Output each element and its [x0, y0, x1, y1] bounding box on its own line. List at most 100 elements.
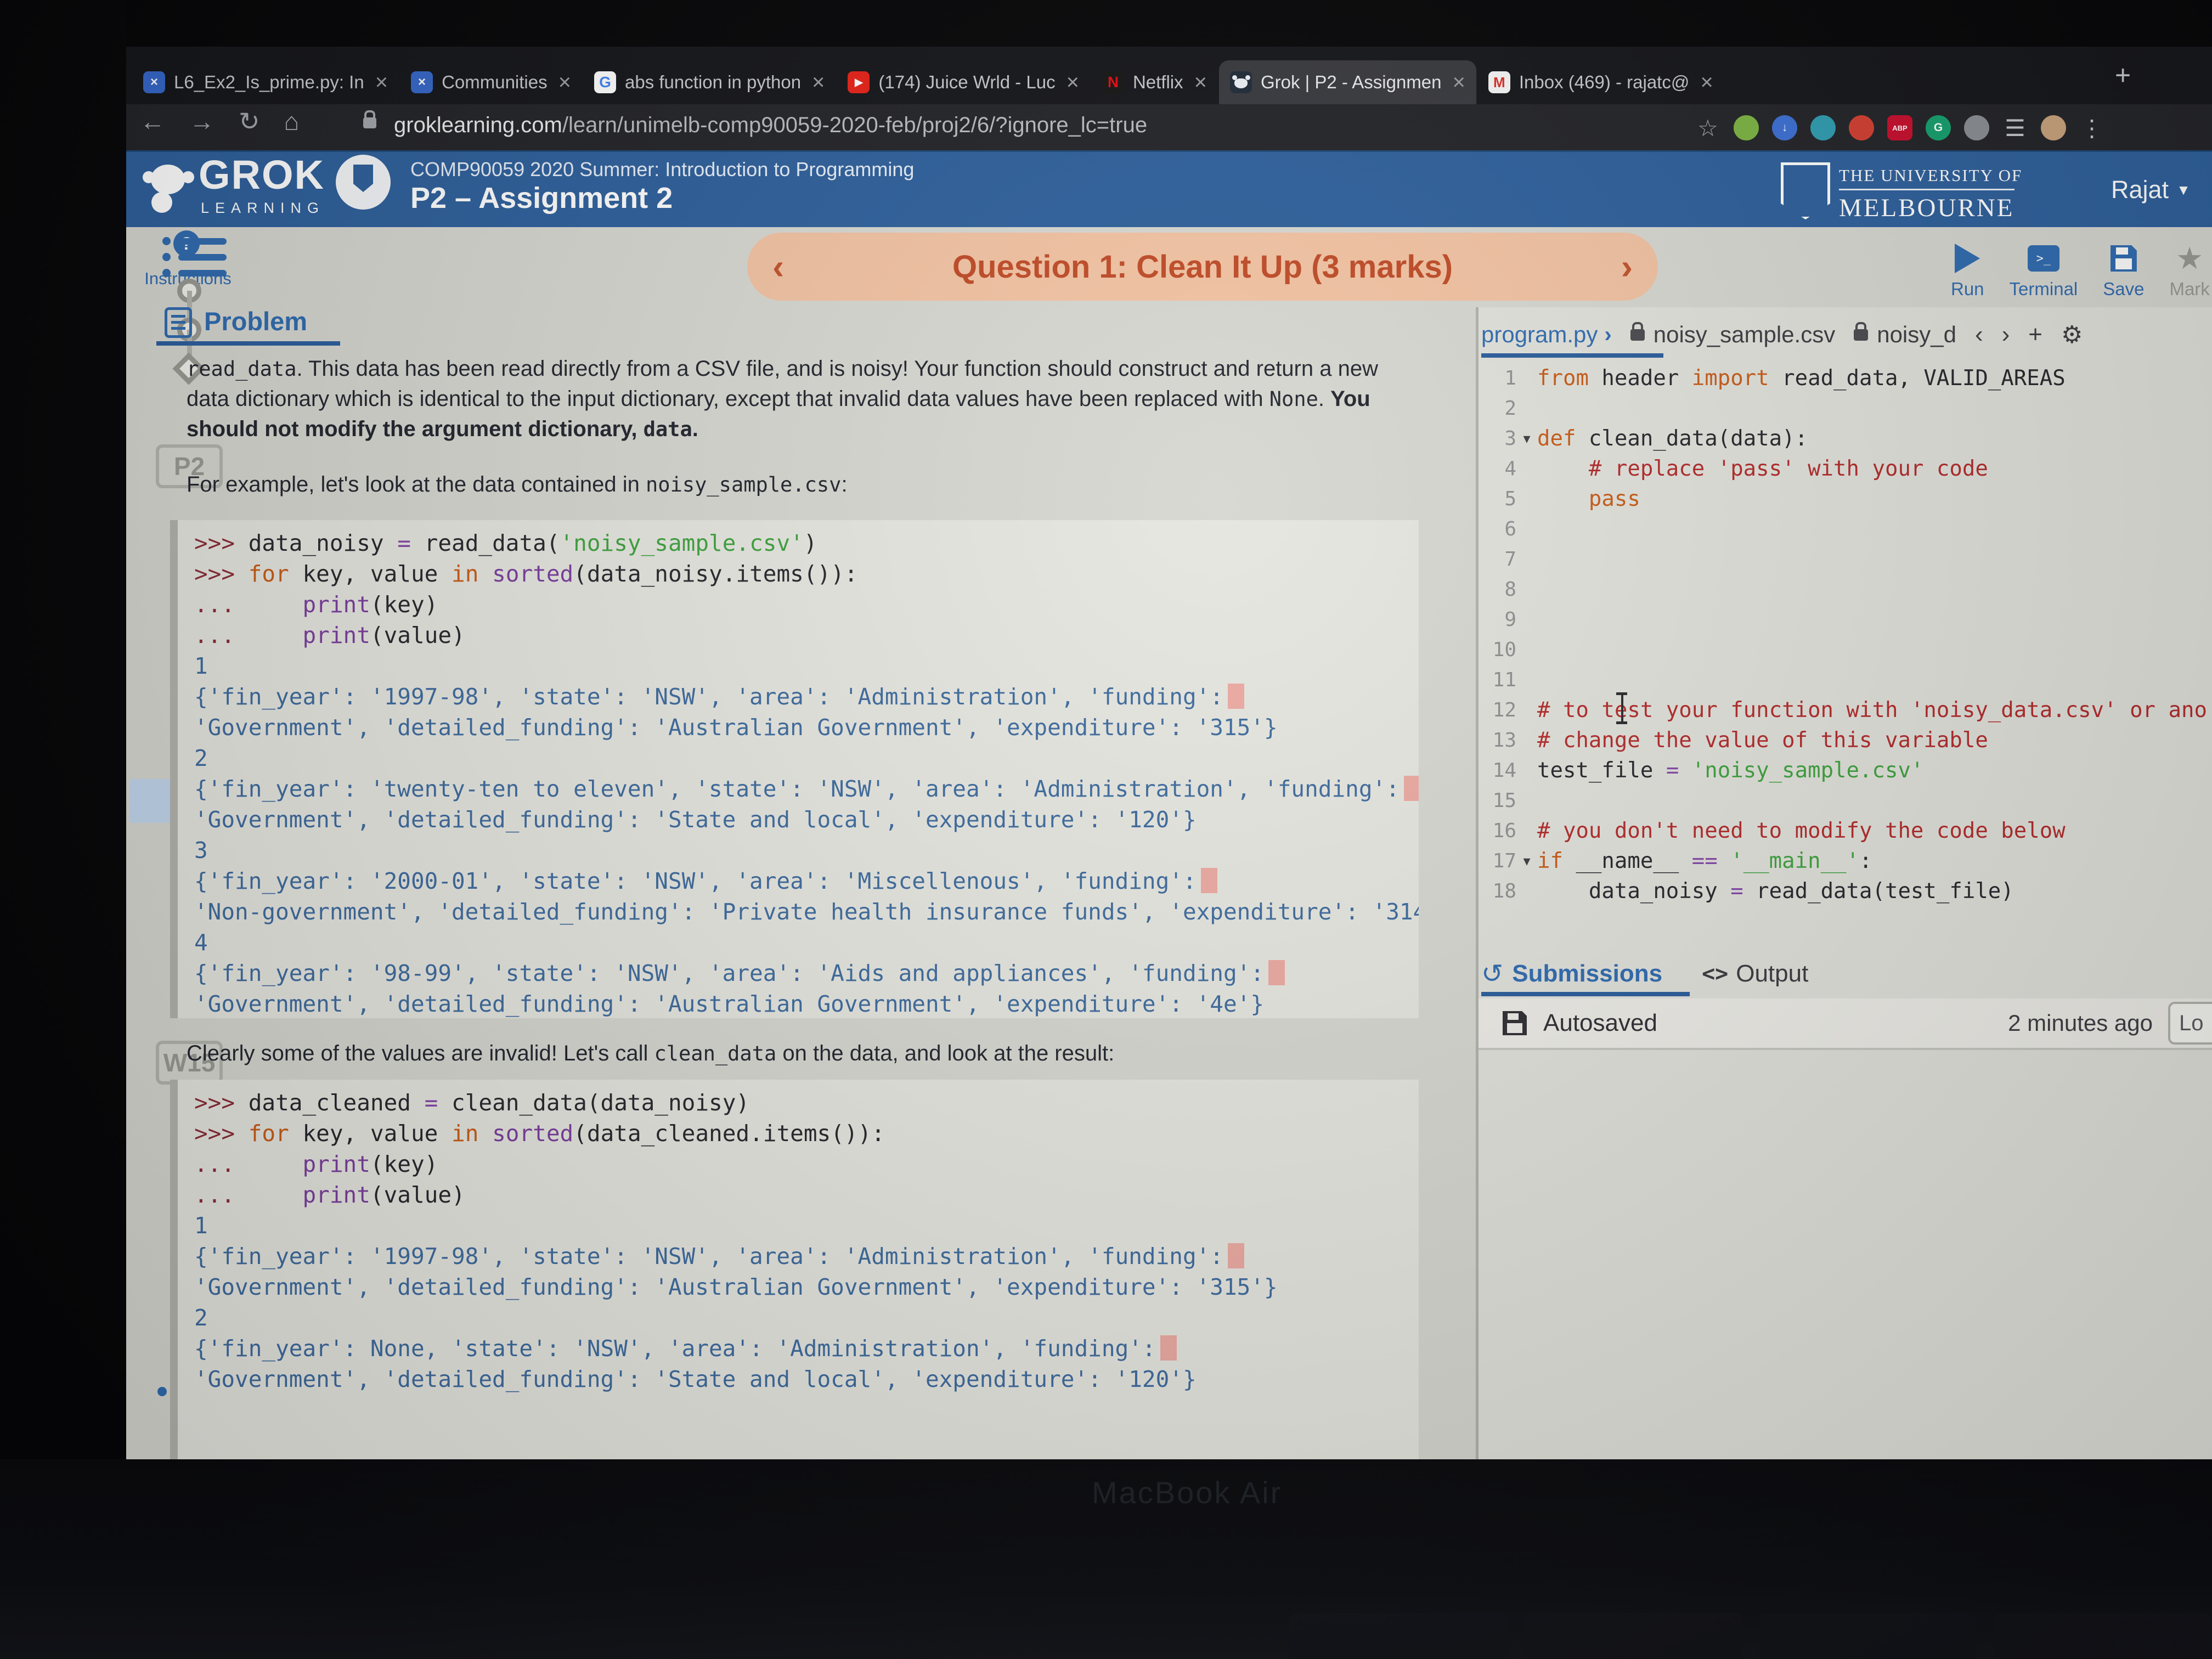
extension-gray-icon[interactable] — [1964, 115, 1989, 140]
browser-tab[interactable]: Gabs function in python × — [583, 60, 836, 104]
editor-line[interactable]: 17 ▾ if __name__ == '__main__': — [1481, 846, 2212, 876]
fold-arrow-icon[interactable]: ▾ — [1516, 430, 1537, 447]
editor-line[interactable]: 4 # replace 'pass' with your code — [1481, 454, 2212, 484]
tab-close-icon[interactable]: × — [1453, 70, 1465, 95]
profile-avatar[interactable] — [2041, 115, 2066, 140]
code-line: 'Government', 'detailed_funding': 'Austr… — [194, 991, 1265, 1017]
code-line: ... print(value) — [194, 622, 465, 648]
prev-question-arrow[interactable]: ‹ — [772, 246, 784, 287]
communities-favicon: × — [411, 71, 433, 93]
browser-menu-icon[interactable]: ⋮ — [2079, 115, 2104, 141]
tab-close-icon[interactable]: × — [375, 70, 388, 95]
save-button[interactable]: Save — [2103, 244, 2144, 300]
address-bar[interactable]: groklearning.com/learn/unimelb-comp90059… — [394, 113, 1147, 138]
macbook-air-label: MacBook Air — [1092, 1475, 1283, 1510]
editor-settings-icon[interactable]: ⚙ — [2061, 321, 2083, 349]
code-line: {'fin_year': 'twenty-ten to eleven', 'st… — [194, 774, 1419, 804]
keyboard-hint — [1289, 1613, 2212, 1659]
editor-line[interactable]: 9 — [1481, 605, 2212, 635]
grammarly-icon[interactable]: G — [1926, 115, 1951, 140]
editor-line[interactable]: 2 — [1481, 393, 2212, 424]
university-divider — [1839, 189, 2015, 190]
code-line: {'fin_year': '98-99', 'state': 'NSW', 'a… — [194, 958, 1419, 989]
editor-line[interactable]: 3 ▾ def clean_data(data): — [1481, 424, 2212, 454]
chevron-right-icon: › — [1604, 322, 1612, 347]
module-list-icon[interactable] — [162, 237, 234, 285]
new-tab-button[interactable]: + — [2115, 59, 2131, 91]
tab-problem[interactable]: Problem — [204, 306, 307, 336]
gmail-favicon: M — [1488, 71, 1510, 93]
editor-tab-noisy-sample-csv[interactable]: noisy_sample.csv — [1630, 321, 1835, 348]
editor-line[interactable]: 18 data_noisy = read_data(test_file) — [1481, 876, 2212, 906]
code-line: 'Non-government', 'detailed_funding': 'P… — [194, 899, 1419, 925]
home-button[interactable]: ⌂ — [284, 106, 300, 136]
editor-line[interactable]: 6 — [1481, 514, 2212, 544]
browser-tab[interactable]: × L6_Ex2_Is_prime.py: In × — [132, 60, 399, 104]
adblock-plus-icon[interactable]: ABP — [1887, 115, 1912, 140]
editor-code[interactable]: 1 from header import read_data, VALID_ARE… — [1481, 363, 2212, 945]
run-toolbar: Run >_ Terminal Save ★ Mark — [1951, 241, 2210, 300]
run-button[interactable]: Run — [1951, 244, 1984, 300]
lock-icon — [1630, 321, 1645, 341]
editor-tab-program-py[interactable]: program.py › — [1481, 321, 1612, 348]
extension-red-shield-icon[interactable] — [1849, 115, 1874, 140]
user-menu[interactable]: Rajat ▼ — [2111, 176, 2191, 204]
forward-button[interactable]: → — [189, 106, 215, 136]
tab-scroll-left-icon[interactable]: ‹ — [1975, 321, 1983, 348]
extension-blue-icon[interactable]: ↓ — [1772, 115, 1797, 140]
mark-button[interactable]: ★ Mark — [2169, 241, 2209, 300]
code-line: >>> data_cleaned = clean_data(data_noisy… — [194, 1090, 750, 1116]
tab-submissions[interactable]: Submissions — [1512, 960, 1662, 988]
editor-line[interactable]: 7 — [1481, 544, 2212, 574]
tab-close-icon[interactable]: × — [812, 70, 825, 95]
tab-output[interactable]: Output — [1736, 960, 1808, 988]
editor-line[interactable]: 1 from header import read_data, VALID_ARE… — [1481, 363, 2212, 393]
tab-close-icon[interactable]: × — [558, 70, 571, 95]
editor-line[interactable]: 13 # change the value of this variable — [1481, 725, 2212, 755]
editor-line[interactable]: 8 — [1481, 574, 2212, 605]
netflix-favicon: N — [1102, 71, 1124, 93]
tab-scroll-right-icon[interactable]: › — [2002, 321, 2010, 348]
browser-tab[interactable]: M Inbox (469) - rajatc@ × — [1477, 60, 1724, 104]
grok-logo-icon[interactable] — [142, 160, 194, 215]
url-path: /learn/unimelb-comp90059-2020-feb/proj2/… — [562, 113, 1148, 137]
example-code-block-2: >>> data_cleaned = clean_data(data_noisy… — [170, 1080, 1419, 1459]
invalid-value-highlight — [1200, 868, 1217, 893]
url-domain: groklearning.com — [394, 113, 562, 137]
https-lock-icon — [363, 110, 376, 128]
editor-line[interactable]: 14 test_file = 'noisy_sample.csv' — [1481, 755, 2212, 786]
tab-title: abs function in python — [624, 72, 802, 92]
browser-tab[interactable]: ▶ (174) Juice Wrld - Luc × — [837, 60, 1090, 104]
back-button[interactable]: ← — [140, 106, 165, 136]
editor-line[interactable]: 15 — [1481, 786, 2212, 816]
reload-button[interactable]: ↻ — [239, 106, 260, 136]
editor-line[interactable]: 10 — [1481, 635, 2212, 665]
next-question-arrow[interactable]: › — [1621, 246, 1633, 287]
extension-teal-icon[interactable] — [1810, 115, 1836, 140]
invalid-value-highlight — [1228, 1243, 1244, 1268]
terminal-button[interactable]: >_ Terminal — [2010, 244, 2078, 300]
browser-tab[interactable]: × Communities × — [400, 60, 582, 104]
add-file-icon[interactable]: + — [2028, 321, 2042, 348]
save-disk-icon — [1503, 1011, 1527, 1035]
editor-line[interactable]: 16 # you don't need to modify the code be… — [1481, 816, 2212, 846]
invalid-value-highlight — [1160, 1335, 1177, 1361]
grok-logo-title[interactable]: GROK — [199, 151, 325, 198]
browser-tab[interactable]: N Netflix × — [1091, 60, 1218, 104]
editor-tab-noisy-d[interactable]: noisy_d — [1854, 321, 1956, 348]
tab-close-icon[interactable]: × — [1066, 70, 1079, 95]
editor-line[interactable]: 12 # to test your function with 'noisy_da… — [1481, 695, 2212, 725]
editor-line[interactable]: 11 — [1481, 665, 2212, 695]
editor-line[interactable]: 5 pass — [1481, 484, 2212, 514]
fold-arrow-icon[interactable]: ▾ — [1516, 853, 1537, 870]
invalid-value-highlight — [1228, 684, 1244, 709]
load-button[interactable]: Lo — [2168, 1002, 2212, 1045]
tab-close-icon[interactable]: × — [1700, 70, 1713, 95]
example-code-block-1: >>> data_noisy = read_data('noisy_sample… — [170, 520, 1419, 1018]
tab-close-icon[interactable]: × — [1194, 70, 1207, 95]
reading-list-icon[interactable]: ☰ — [2002, 115, 2028, 141]
extension-green-icon[interactable] — [1734, 115, 1759, 140]
browser-tab[interactable]: Grok | P2 - Assignmen × — [1218, 60, 1476, 104]
code-line: 4 — [194, 929, 208, 956]
bookmark-star-icon[interactable]: ☆ — [1695, 115, 1720, 141]
